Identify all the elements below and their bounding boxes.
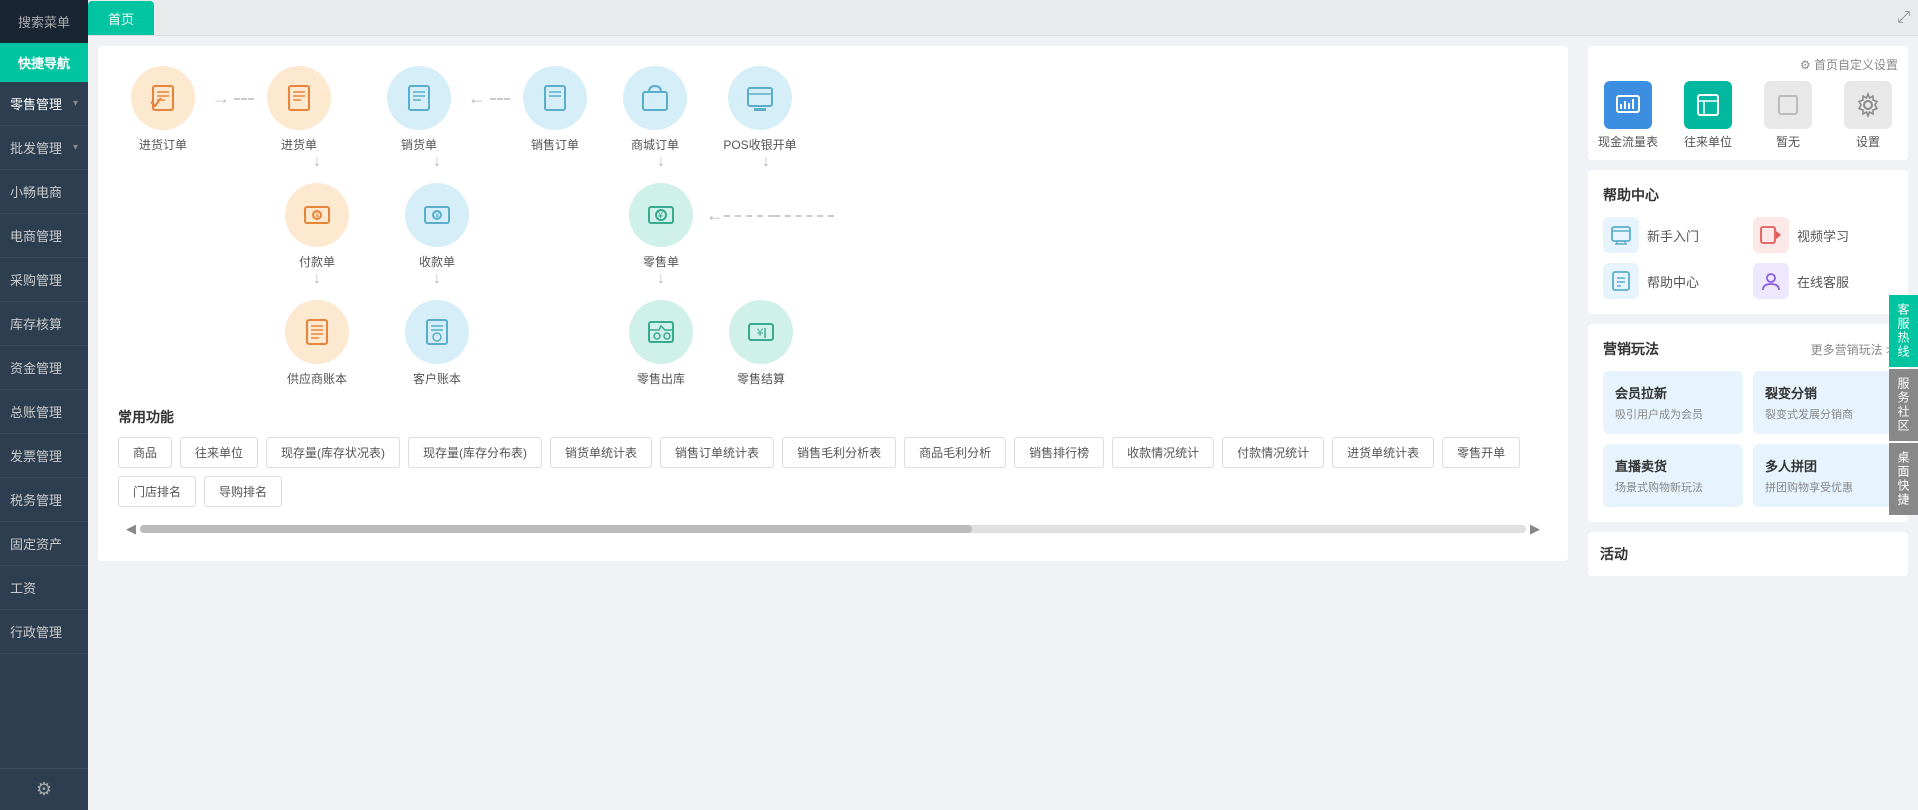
flow-node-supplier-book[interactable]: 供应商账本 bbox=[272, 300, 362, 387]
func-btn-payment-stat[interactable]: 收款情况统计 bbox=[1112, 437, 1214, 468]
quick-icon-none[interactable]: 暂无 bbox=[1758, 81, 1818, 150]
sidebar-item-admin[interactable]: 行政管理 bbox=[0, 610, 88, 654]
scroll-track[interactable] bbox=[140, 525, 1526, 533]
quick-bar-header: 首页自定义设置 bbox=[1598, 56, 1898, 73]
sidebar-item-salary[interactable]: 工资 bbox=[0, 566, 88, 610]
common-functions: 常用功能 商品 往来单位 现存量(库存状况表) 现存量(库存分布表) 销货单统计… bbox=[118, 407, 1548, 507]
svg-text:¥: ¥ bbox=[756, 327, 764, 339]
sidebar-bottom: ⚙ bbox=[0, 768, 88, 810]
func-btn-sale-order-stat[interactable]: 销售订单统计表 bbox=[660, 437, 774, 468]
flow-node-purchase[interactable]: 进货单 bbox=[254, 66, 344, 153]
tab-home[interactable]: 首页 bbox=[88, 1, 154, 35]
func-grid: 商品 往来单位 现存量(库存状况表) 现存量(库存分布表) 销货单统计表 销售订… bbox=[118, 437, 1548, 507]
scroll-right-icon[interactable]: ▶ bbox=[1530, 521, 1540, 537]
marketing-item-member[interactable]: 会员拉新 吸引用户成为会员 bbox=[1603, 371, 1743, 434]
flow-node-pos[interactable]: POS收银开单 bbox=[710, 66, 810, 153]
func-btn-store-rank[interactable]: 门店排名 bbox=[118, 476, 196, 507]
activity-section: 活动 bbox=[1588, 532, 1908, 576]
flow-card: 进货订单 → 进货单 bbox=[98, 46, 1568, 561]
search-menu[interactable]: 搜索菜单 bbox=[0, 0, 88, 43]
flow-node-payment-in[interactable]: ¥ 收款单 bbox=[392, 183, 482, 270]
sidebar-item-finance[interactable]: 资金管理 bbox=[0, 346, 88, 390]
flow-node-customer-book[interactable]: 客户账本 bbox=[392, 300, 482, 387]
scroll-row: ◀ ▶ bbox=[118, 517, 1548, 541]
svg-text:¥: ¥ bbox=[657, 210, 664, 220]
func-btn-goods-profit[interactable]: 商品毛利分析 bbox=[904, 437, 1006, 468]
help-title: 帮助中心 bbox=[1603, 185, 1893, 205]
svg-text:¥: ¥ bbox=[314, 211, 320, 220]
main-area: 首页 ⤢ 进货订单 → bbox=[88, 0, 1918, 810]
quick-bar-setting[interactable]: 首页自定义设置 bbox=[1800, 56, 1898, 73]
float-btn-desktop[interactable]: 桌面快捷 bbox=[1889, 443, 1918, 515]
quick-icons: 现金流量表 往来单位 暂无 bbox=[1598, 81, 1898, 150]
common-func-title: 常用功能 bbox=[118, 407, 1548, 427]
marketing-header: 营销玩法 更多营销玩法 > bbox=[1603, 339, 1893, 359]
marketing-title: 营销玩法 bbox=[1603, 339, 1659, 359]
nav-label: 快捷导航 bbox=[18, 56, 70, 71]
quick-icon-cashflow[interactable]: 现金流量表 bbox=[1598, 81, 1658, 150]
flow-node-sale-order[interactable]: 销售订单 bbox=[510, 66, 600, 153]
marketing-item-live[interactable]: 直播卖货 场景式购物新玩法 bbox=[1603, 444, 1743, 507]
func-btn-purchase-stat[interactable]: 进货单统计表 bbox=[1332, 437, 1434, 468]
sidebar-item-tax[interactable]: 税务管理 bbox=[0, 478, 88, 522]
marketing-grid: 会员拉新 吸引用户成为会员 裂变分销 裂变式发展分销商 直播卖货 场景式购物新玩… bbox=[1603, 371, 1893, 507]
sidebar-item-fixed[interactable]: 固定资产 bbox=[0, 522, 88, 566]
sidebar-item-invoice[interactable]: 发票管理 bbox=[0, 434, 88, 478]
func-btn-contacts[interactable]: 往来单位 bbox=[180, 437, 258, 468]
help-item-beginner[interactable]: 新手入门 bbox=[1603, 217, 1743, 253]
help-card: 帮助中心 新手入门 视频学习 bbox=[1588, 170, 1908, 314]
func-btn-retail-order[interactable]: 零售开单 bbox=[1442, 437, 1520, 468]
flow-node-payment-out[interactable]: ¥ 付款单 bbox=[272, 183, 362, 270]
func-btn-sale-stat[interactable]: 销货单统计表 bbox=[550, 437, 652, 468]
tab-bar: 首页 ⤢ bbox=[88, 0, 1918, 36]
quick-icon-contacts[interactable]: 往来单位 bbox=[1678, 81, 1738, 150]
help-item-video[interactable]: 视频学习 bbox=[1753, 217, 1893, 253]
nav-header: 快捷导航 bbox=[0, 43, 88, 82]
quick-bar: 首页自定义设置 现金流量表 往来单位 bbox=[1588, 46, 1908, 160]
flow-node-mall-order[interactable]: 商城订单 bbox=[610, 66, 700, 153]
func-btn-pay-stat[interactable]: 付款情况统计 bbox=[1222, 437, 1324, 468]
sidebar-item-inventory[interactable]: 库存核算 bbox=[0, 302, 88, 346]
float-btn-customer-service[interactable]: 客服热线 bbox=[1889, 295, 1918, 367]
func-btn-goods[interactable]: 商品 bbox=[118, 437, 172, 468]
sidebar: 搜索菜单 快捷导航 零售管理▾ 批发管理▾ 小畅电商 电商管理 采购管理 库存核… bbox=[0, 0, 88, 810]
float-btn-community[interactable]: 服务社区 bbox=[1889, 369, 1918, 441]
float-buttons: 客服热线 服务社区 桌面快捷 bbox=[1889, 295, 1918, 515]
help-item-online[interactable]: 在线客服 bbox=[1753, 263, 1893, 299]
flow-node-retail-order[interactable]: ¥ 零售单 bbox=[616, 183, 706, 270]
help-item-help[interactable]: 帮助中心 bbox=[1603, 263, 1743, 299]
sidebar-item-general[interactable]: 总账管理 bbox=[0, 390, 88, 434]
flow-node-retail-out[interactable]: 零售出库 bbox=[616, 300, 706, 387]
settings-gear-icon[interactable]: ⚙ bbox=[36, 779, 52, 800]
flow-node-retail-settle[interactable]: ¥ 零售结算 bbox=[716, 300, 806, 387]
svg-text:¥: ¥ bbox=[434, 211, 440, 220]
marketing-item-group[interactable]: 多人拼团 拼团购物享受优惠 bbox=[1753, 444, 1893, 507]
marketing-card: 营销玩法 更多营销玩法 > 会员拉新 吸引用户成为会员 裂变分销 裂变式发展分销… bbox=[1588, 324, 1908, 522]
help-grid: 新手入门 视频学习 帮助中心 bbox=[1603, 217, 1893, 299]
sidebar-item-purchase[interactable]: 采购管理 bbox=[0, 258, 88, 302]
func-btn-guide-rank[interactable]: 导购排名 bbox=[204, 476, 282, 507]
scroll-thumb bbox=[140, 525, 972, 533]
sidebar-item-wholesale[interactable]: 批发管理▾ bbox=[0, 126, 88, 170]
marketing-more[interactable]: 更多营销玩法 > bbox=[1811, 341, 1893, 358]
sidebar-item-xiaochang[interactable]: 小畅电商 bbox=[0, 170, 88, 214]
scroll-left-icon[interactable]: ◀ bbox=[126, 521, 136, 537]
sidebar-item-retail[interactable]: 零售管理▾ bbox=[0, 82, 88, 126]
flow-node-sale[interactable]: 销货单 bbox=[374, 66, 464, 153]
expand-button[interactable]: ⤢ bbox=[1897, 9, 1910, 27]
content-area: 进货订单 → 进货单 bbox=[88, 36, 1918, 810]
func-btn-stock2[interactable]: 现存量(库存分布表) bbox=[408, 437, 542, 468]
left-panel: 进货订单 → 进货单 bbox=[88, 36, 1578, 810]
flow-node-purchase-order[interactable]: 进货订单 bbox=[118, 66, 208, 153]
marketing-item-fission[interactable]: 裂变分销 裂变式发展分销商 bbox=[1753, 371, 1893, 434]
search-label: 搜索菜单 bbox=[18, 15, 70, 30]
activity-title: 活动 bbox=[1600, 544, 1896, 564]
right-panel: 首页自定义设置 现金流量表 往来单位 bbox=[1578, 36, 1918, 810]
sidebar-item-ecommerce[interactable]: 电商管理 bbox=[0, 214, 88, 258]
func-btn-stock1[interactable]: 现存量(库存状况表) bbox=[266, 437, 400, 468]
quick-icon-settings[interactable]: 设置 bbox=[1838, 81, 1898, 150]
func-btn-sale-rank[interactable]: 销售排行榜 bbox=[1014, 437, 1104, 468]
func-btn-sale-profit[interactable]: 销售毛利分析表 bbox=[782, 437, 896, 468]
